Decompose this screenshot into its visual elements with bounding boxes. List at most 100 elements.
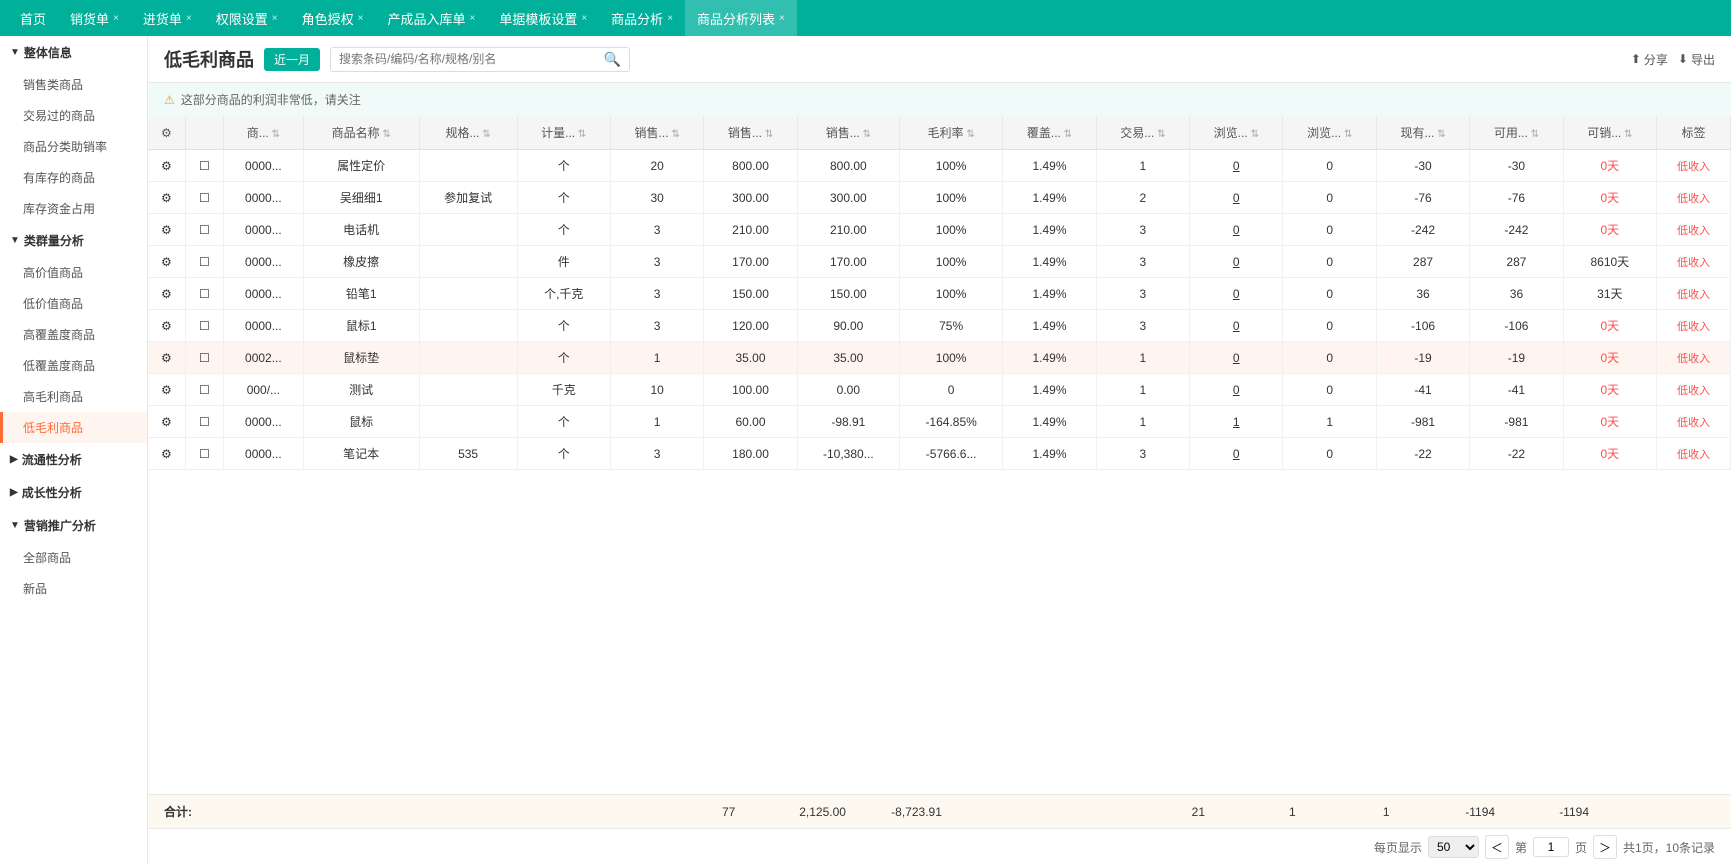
nav-close-icon[interactable]: × [779,13,785,24]
sidebar-section-整体信息[interactable]: ▼整体信息 [0,36,147,69]
col-header-sales_profit[interactable]: 销售... [797,116,899,150]
col-header-name[interactable]: 商品名称 [303,116,419,150]
sidebar-section-成长性分析[interactable]: ▶成长性分析 [0,476,147,509]
search-input[interactable] [339,52,604,66]
col-header-transaction[interactable]: 交易... [1096,116,1189,150]
settings-icon[interactable]: ⚙ [148,278,185,310]
settings-icon[interactable]: ⚙ [148,406,185,438]
nav-close-icon[interactable]: × [272,13,278,24]
table-row[interactable]: ⚙☐000/...测试千克10100.000.0001.49%100-41-41… [148,374,1731,406]
row-browse1[interactable]: 0 [1190,246,1283,278]
row-checkbox[interactable]: ☐ [185,406,223,438]
col-header-browse2[interactable]: 浏览... [1283,116,1376,150]
next-page-button[interactable]: ＞ [1593,835,1617,859]
sidebar-item-高毛利商品[interactable]: 高毛利商品 [0,381,147,412]
search-icon[interactable]: 🔍 [604,51,621,68]
settings-icon[interactable]: ⚙ [148,342,185,374]
col-header-code[interactable]: 商... [223,116,303,150]
table-row[interactable]: ⚙☐0000...鼠标1个3120.0090.0075%1.49%300-106… [148,310,1731,342]
sidebar-item-低覆盖度商品[interactable]: 低覆盖度商品 [0,350,147,381]
col-header-sellable[interactable]: 可销... [1563,116,1656,150]
sidebar-item-商品分类助销率[interactable]: 商品分类助销率 [0,131,147,162]
col-header-gross_margin[interactable]: 毛利率 [899,116,1002,150]
row-checkbox[interactable]: ☐ [185,374,223,406]
row-checkbox[interactable]: ☐ [185,310,223,342]
nav-close-icon[interactable]: × [667,13,673,24]
settings-icon[interactable]: ⚙ [148,438,185,470]
nav-item-进货单[interactable]: 进货单× [131,0,204,36]
row-checkbox[interactable]: ☐ [185,150,223,182]
sidebar-item-低价值商品[interactable]: 低价值商品 [0,288,147,319]
sidebar-item-交易过的商品[interactable]: 交易过的商品 [0,100,147,131]
row-browse1[interactable]: 0 [1190,310,1283,342]
col-header-sales_qty[interactable]: 销售... [610,116,703,150]
sidebar-section-类群量分析[interactable]: ▼类群量分析 [0,224,147,257]
settings-icon[interactable]: ⚙ [148,374,185,406]
row-checkbox[interactable]: ☐ [185,246,223,278]
row-browse1[interactable]: 0 [1190,182,1283,214]
export-button[interactable]: ⬇ 导出 [1678,51,1715,68]
nav-item-商品分析[interactable]: 商品分析× [599,0,685,36]
row-browse1[interactable]: 1 [1190,406,1283,438]
row-browse1[interactable]: 0 [1190,438,1283,470]
row-browse1[interactable]: 0 [1190,374,1283,406]
nav-close-icon[interactable]: × [358,13,364,24]
col-header-coverage[interactable]: 覆盖... [1003,116,1096,150]
share-button[interactable]: ⬆ 分享 [1631,51,1668,68]
row-checkbox[interactable]: ☐ [185,214,223,246]
row-browse1[interactable]: 0 [1190,278,1283,310]
table-row[interactable]: ⚙☐0000...属性定价个20800.00800.00100%1.49%100… [148,150,1731,182]
settings-icon[interactable]: ⚙ [148,246,185,278]
settings-icon[interactable]: ⚙ [148,182,185,214]
table-row[interactable]: ⚙☐0000...吴细细1参加复试个30300.00300.00100%1.49… [148,182,1731,214]
sidebar-section-流通性分析[interactable]: ▶流通性分析 [0,443,147,476]
row-browse1[interactable]: 0 [1190,214,1283,246]
sidebar-item-有库存的商品[interactable]: 有库存的商品 [0,162,147,193]
settings-icon[interactable]: ⚙ [148,150,185,182]
col-header-sales_price[interactable]: 销售... [704,116,797,150]
sidebar-item-新品[interactable]: 新品 [0,573,147,604]
time-filter-button[interactable]: 近一月 [264,48,320,71]
nav-item-首页[interactable]: 首页 [8,0,58,36]
sidebar-item-全部商品[interactable]: 全部商品 [0,542,147,573]
nav-close-icon[interactable]: × [186,13,192,24]
table-row[interactable]: ⚙☐0000...笔记本535个3180.00-10,380...-5766.6… [148,438,1731,470]
row-checkbox[interactable]: ☐ [185,278,223,310]
nav-item-角色授权[interactable]: 角色授权× [290,0,376,36]
sidebar-item-高价值商品[interactable]: 高价值商品 [0,257,147,288]
sidebar-item-库存资金占用[interactable]: 库存资金占用 [0,193,147,224]
row-browse1[interactable]: 0 [1190,150,1283,182]
nav-close-icon[interactable]: × [581,13,587,24]
nav-item-产成品入库单[interactable]: 产成品入库单× [375,0,487,36]
nav-item-权限设置[interactable]: 权限设置× [204,0,290,36]
nav-close-icon[interactable]: × [469,13,475,24]
nav-item-商品分析列表[interactable]: 商品分析列表× [685,0,797,36]
row-checkbox[interactable]: ☐ [185,438,223,470]
table-row[interactable]: ⚙☐0000...电话机个3210.00210.00100%1.49%300-2… [148,214,1731,246]
table-row[interactable]: ⚙☐0000...橡皮擦件3170.00170.00100%1.49%30028… [148,246,1731,278]
row-checkbox[interactable]: ☐ [185,182,223,214]
settings-icon[interactable]: ⚙ [148,310,185,342]
table-row[interactable]: ⚙☐0002...鼠标垫个135.0035.00100%1.49%100-19-… [148,342,1731,374]
table-row[interactable]: ⚙☐0000...铅笔1个,千克3150.00150.00100%1.49%30… [148,278,1731,310]
settings-icon[interactable]: ⚙ [148,214,185,246]
row-checkbox[interactable]: ☐ [185,342,223,374]
col-header-available[interactable]: 可用... [1470,116,1563,150]
page-size-select[interactable]: 50 20 100 [1428,836,1479,858]
table-row[interactable]: ⚙☐0000...鼠标个160.00-98.91-164.85%1.49%111… [148,406,1731,438]
footer-current-stock: -1194 [1433,805,1527,819]
col-header-current_stock[interactable]: 现有... [1376,116,1469,150]
col-header-unit[interactable]: 计量... [517,116,610,150]
nav-close-icon[interactable]: × [113,13,119,24]
col-header-browse1[interactable]: 浏览... [1190,116,1283,150]
sidebar-item-销售类商品[interactable]: 销售类商品 [0,69,147,100]
sidebar-item-低毛利商品[interactable]: 低毛利商品 [0,412,147,443]
nav-item-单据模板设置[interactable]: 单据模板设置× [487,0,599,36]
row-browse1[interactable]: 0 [1190,342,1283,374]
sidebar-section-营销推广分析[interactable]: ▼营销推广分析 [0,509,147,542]
page-number-input[interactable] [1533,837,1569,857]
sidebar-item-高覆盖度商品[interactable]: 高覆盖度商品 [0,319,147,350]
col-header-spec[interactable]: 规格... [419,116,517,150]
prev-page-button[interactable]: ＜ [1485,835,1509,859]
nav-item-销货单[interactable]: 销货单× [58,0,131,36]
